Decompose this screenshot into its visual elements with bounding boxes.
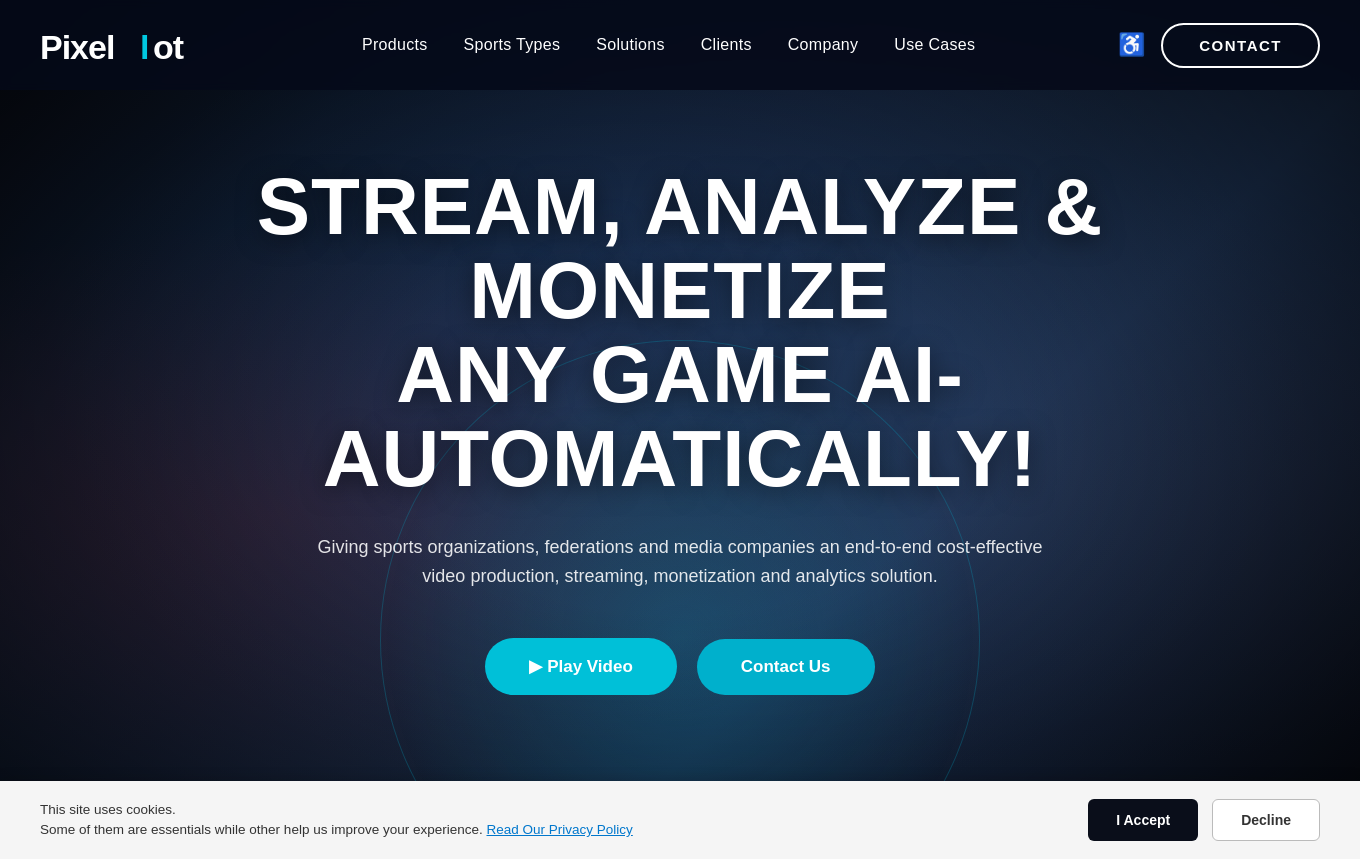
hero-content: STREAM, ANALYZE & MONETIZE ANY GAME AI-A…	[180, 165, 1180, 696]
accept-cookies-button[interactable]: I Accept	[1088, 799, 1198, 841]
decline-cookies-button[interactable]: Decline	[1212, 799, 1320, 841]
nav-item-company[interactable]: Company	[788, 36, 859, 54]
hero-section: STREAM, ANALYZE & MONETIZE ANY GAME AI-A…	[0, 0, 1360, 859]
cookie-line2: Some of them are essentials while other …	[40, 820, 633, 840]
cookie-line1: This site uses cookies.	[40, 800, 633, 820]
nav-item-sports-types[interactable]: Sports Types	[464, 36, 561, 54]
nav-item-solutions[interactable]: Solutions	[596, 36, 665, 54]
nav-item-products[interactable]: Products	[362, 36, 428, 54]
contact-button[interactable]: CONTACT	[1161, 23, 1320, 68]
hero-buttons: ▶ Play Video Contact Us	[200, 638, 1160, 695]
nav-right: ♿ CONTACT	[1117, 23, 1320, 68]
hero-title: STREAM, ANALYZE & MONETIZE ANY GAME AI-A…	[200, 165, 1160, 501]
contact-us-button[interactable]: Contact Us	[697, 639, 875, 695]
cookie-banner: This site uses cookies. Some of them are…	[0, 781, 1360, 859]
svg-text:l: l	[140, 28, 148, 66]
accessibility-icon[interactable]: ♿	[1117, 31, 1145, 59]
nav-item-clients[interactable]: Clients	[701, 36, 752, 54]
logo[interactable]: Pixel l ot	[40, 23, 220, 67]
cookie-actions: I Accept Decline	[1088, 799, 1320, 841]
main-nav: Pixel l ot Products Sports Types Solutio…	[0, 0, 1360, 90]
hero-subtitle: Giving sports organizations, federations…	[300, 533, 1060, 591]
nav-item-use-cases[interactable]: Use Cases	[894, 36, 975, 54]
svg-text:Pixel: Pixel	[40, 28, 114, 66]
nav-links: Products Sports Types Solutions Clients …	[362, 36, 975, 54]
svg-text:ot: ot	[153, 28, 184, 66]
privacy-policy-link[interactable]: Read Our Privacy Policy	[487, 822, 633, 837]
play-video-button[interactable]: ▶ Play Video	[485, 638, 676, 695]
cookie-text: This site uses cookies. Some of them are…	[40, 800, 633, 841]
